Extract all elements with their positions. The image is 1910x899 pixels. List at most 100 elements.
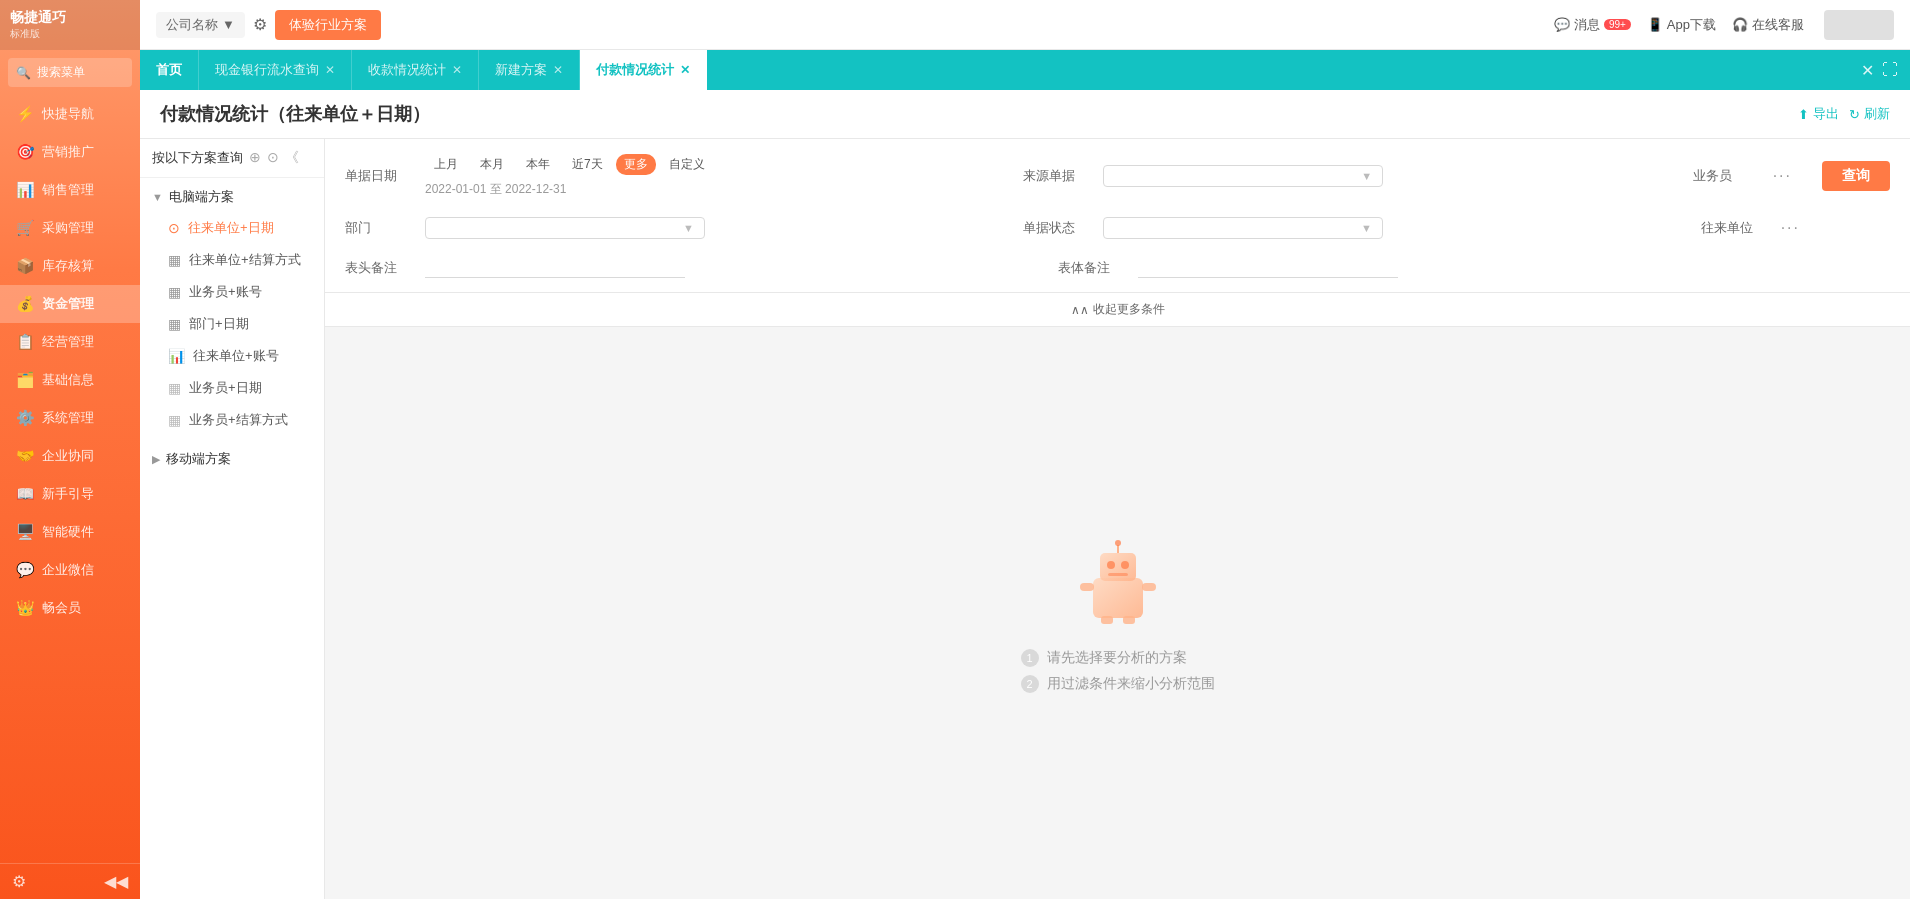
date-btn-custom[interactable]: 自定义 xyxy=(660,153,714,176)
dept-select[interactable]: ▼ xyxy=(425,217,705,239)
staff-dots-btn[interactable]: ··· xyxy=(1773,167,1792,185)
messages-btn[interactable]: 💬 消息 99+ xyxy=(1554,16,1631,34)
sidebar-item-basic[interactable]: 🗂️ 基础信息 xyxy=(0,361,140,399)
user-avatar[interactable] xyxy=(1824,10,1894,40)
svg-rect-10 xyxy=(1142,583,1156,591)
sidebar-item-enterprise[interactable]: 🤝 企业协同 xyxy=(0,437,140,475)
collapse-bar[interactable]: ∧∧ 收起更多条件 xyxy=(325,293,1910,327)
search-icon: 🔍 xyxy=(16,66,31,80)
add-scheme-icon[interactable]: ⊕ xyxy=(249,149,261,167)
tab-new-scheme-close[interactable]: ✕ xyxy=(553,63,563,77)
sidebar-item-funds[interactable]: 💰 资金管理 xyxy=(0,285,140,323)
sidebar-search[interactable]: 🔍 搜索菜单 xyxy=(8,58,132,87)
doc-status-label: 单据状态 xyxy=(1023,219,1083,237)
topbar-settings-icon[interactable]: ⚙ xyxy=(253,15,267,34)
sidebar-logo-text: 畅捷通巧 xyxy=(10,9,66,27)
scheme-item-unit-account[interactable]: 📊 往来单位+账号 xyxy=(140,340,324,372)
table-body-note-input[interactable] xyxy=(1138,258,1398,278)
sidebar-item-wechat[interactable]: 💬 企业微信 xyxy=(0,551,140,589)
sidebar-nav: ⚡ 快捷导航 🎯 营销推广 📊 销售管理 🛒 采购管理 📦 库存核算 💰 资金管… xyxy=(0,95,140,863)
guide-icon: 📖 xyxy=(16,485,34,503)
tab-home-label: 首页 xyxy=(156,61,182,79)
sales-icon: 📊 xyxy=(16,181,34,199)
date-btn-last-month[interactable]: 上月 xyxy=(425,153,467,176)
staff-label: 业务员 xyxy=(1693,167,1753,185)
scheme-item-staff-account[interactable]: ▦ 业务员+账号 xyxy=(140,276,324,308)
scheme-item-unit-date[interactable]: ⊙ 往来单位+日期 xyxy=(140,212,324,244)
sidebar-item-label: 采购管理 xyxy=(42,219,94,237)
export-btn[interactable]: ⬆ 导出 xyxy=(1798,105,1839,123)
tab-close-all-btn[interactable]: ✕ xyxy=(1861,61,1874,80)
sidebar-item-system[interactable]: ⚙️ 系统管理 xyxy=(0,399,140,437)
sidebar-item-hardware[interactable]: 🖥️ 智能硬件 xyxy=(0,513,140,551)
sidebar-footer: ⚙ ◀◀ xyxy=(0,863,140,899)
sidebar-item-label: 经营管理 xyxy=(42,333,94,351)
source-doc-select[interactable]: ▼ xyxy=(1103,165,1383,187)
sidebar-version: 标准版 xyxy=(10,27,66,41)
collapse-sidebar-btn[interactable]: ◀◀ xyxy=(104,872,128,891)
empty-robot-icon xyxy=(1068,533,1168,633)
sidebar-item-label: 畅会员 xyxy=(42,599,81,617)
scheme-grid-icon5: ▦ xyxy=(168,412,181,428)
app-download-label: App下载 xyxy=(1667,16,1716,34)
export-label: 导出 xyxy=(1813,105,1839,123)
message-icon: 💬 xyxy=(1554,17,1570,32)
date-btn-this-month[interactable]: 本月 xyxy=(471,153,513,176)
date-btn-7days[interactable]: 近7天 xyxy=(563,153,612,176)
scheme-pc-group-title[interactable]: ▼ 电脑端方案 xyxy=(140,182,324,212)
sidebar-item-quick-nav[interactable]: ⚡ 快捷导航 xyxy=(0,95,140,133)
sidebar-item-marketing[interactable]: 🎯 营销推广 xyxy=(0,133,140,171)
date-btn-more[interactable]: 更多 xyxy=(616,154,656,175)
topbar-left: 公司名称 ▼ ⚙ 体验行业方案 xyxy=(156,10,381,40)
dept-arrow: ▼ xyxy=(683,222,694,234)
scheme-item-unit-settle[interactable]: ▦ 往来单位+结算方式 xyxy=(140,244,324,276)
scheme-item-staff-date[interactable]: ▦ 业务员+日期 xyxy=(140,372,324,404)
date-buttons: 上月 本月 本年 近7天 更多 自定义 xyxy=(425,153,714,176)
hardware-icon: 🖥️ xyxy=(16,523,34,541)
app-download-btn[interactable]: 📱 App下载 xyxy=(1647,16,1716,34)
scheme-settings-icon[interactable]: ⊙ xyxy=(267,149,279,167)
tab-payment-stat[interactable]: 付款情况统计 ✕ xyxy=(580,50,707,90)
query-btn[interactable]: 查询 xyxy=(1822,161,1890,191)
collapse-icon: ∧∧ xyxy=(1071,303,1089,317)
table-header-note-input[interactable] xyxy=(425,258,685,278)
tab-bank-flow[interactable]: 现金银行流水查询 ✕ xyxy=(199,50,352,90)
company-selector[interactable]: 公司名称 ▼ xyxy=(156,12,245,38)
related-unit-label: 往来单位 xyxy=(1701,219,1761,237)
sidebar-item-operations[interactable]: 📋 经营管理 xyxy=(0,323,140,361)
tab-new-scheme[interactable]: 新建方案 ✕ xyxy=(479,50,580,90)
sidebar-item-label: 企业协同 xyxy=(42,447,94,465)
refresh-btn[interactable]: ↻ 刷新 xyxy=(1849,105,1890,123)
sidebar-item-purchase[interactable]: 🛒 采购管理 xyxy=(0,209,140,247)
doc-status-select[interactable]: ▼ xyxy=(1103,217,1383,239)
page-content: 付款情况统计（往来单位＋日期） ⬆ 导出 ↻ 刷新 按以下方案查询 ⊕ xyxy=(140,90,1910,899)
scheme-mobile-group-title[interactable]: ▶ 移动端方案 xyxy=(140,444,324,474)
tab-collection-label: 收款情况统计 xyxy=(368,61,446,79)
sidebar-item-member[interactable]: 👑 畅会员 xyxy=(0,589,140,627)
tab-home[interactable]: 首页 xyxy=(140,50,199,90)
member-icon: 👑 xyxy=(16,599,34,617)
tab-expand-btn[interactable]: ⛶ xyxy=(1882,61,1898,79)
empty-tip-2: 2 用过滤条件来缩小分析范围 xyxy=(1021,675,1215,693)
sidebar-item-guide[interactable]: 📖 新手引导 xyxy=(0,475,140,513)
sidebar-item-inventory[interactable]: 📦 库存核算 xyxy=(0,247,140,285)
svg-rect-8 xyxy=(1123,616,1135,624)
sidebar-item-sales[interactable]: 📊 销售管理 xyxy=(0,171,140,209)
tab-bank-flow-close[interactable]: ✕ xyxy=(325,63,335,77)
online-service-btn[interactable]: 🎧 在线客服 xyxy=(1732,16,1804,34)
tab-payment-close[interactable]: ✕ xyxy=(680,63,690,77)
tab-collection-stat[interactable]: 收款情况统计 ✕ xyxy=(352,50,479,90)
scheme-item-dept-date[interactable]: ▦ 部门+日期 xyxy=(140,308,324,340)
scheme-item-staff-settle[interactable]: ▦ 业务员+结算方式 xyxy=(140,404,324,436)
settings-footer-btn[interactable]: ⚙ xyxy=(12,872,26,891)
related-unit-dots-btn[interactable]: ··· xyxy=(1781,219,1800,237)
date-label: 单据日期 xyxy=(345,167,405,185)
system-icon: ⚙️ xyxy=(16,409,34,427)
inventory-icon: 📦 xyxy=(16,257,34,275)
tab-collection-close[interactable]: ✕ xyxy=(452,63,462,77)
tabbar-actions: ✕ ⛶ xyxy=(1849,50,1910,90)
sidebar-item-label: 库存核算 xyxy=(42,257,94,275)
trial-btn[interactable]: 体验行业方案 xyxy=(275,10,381,40)
collapse-scheme-icon[interactable]: 《 xyxy=(285,149,299,167)
date-btn-this-year[interactable]: 本年 xyxy=(517,153,559,176)
